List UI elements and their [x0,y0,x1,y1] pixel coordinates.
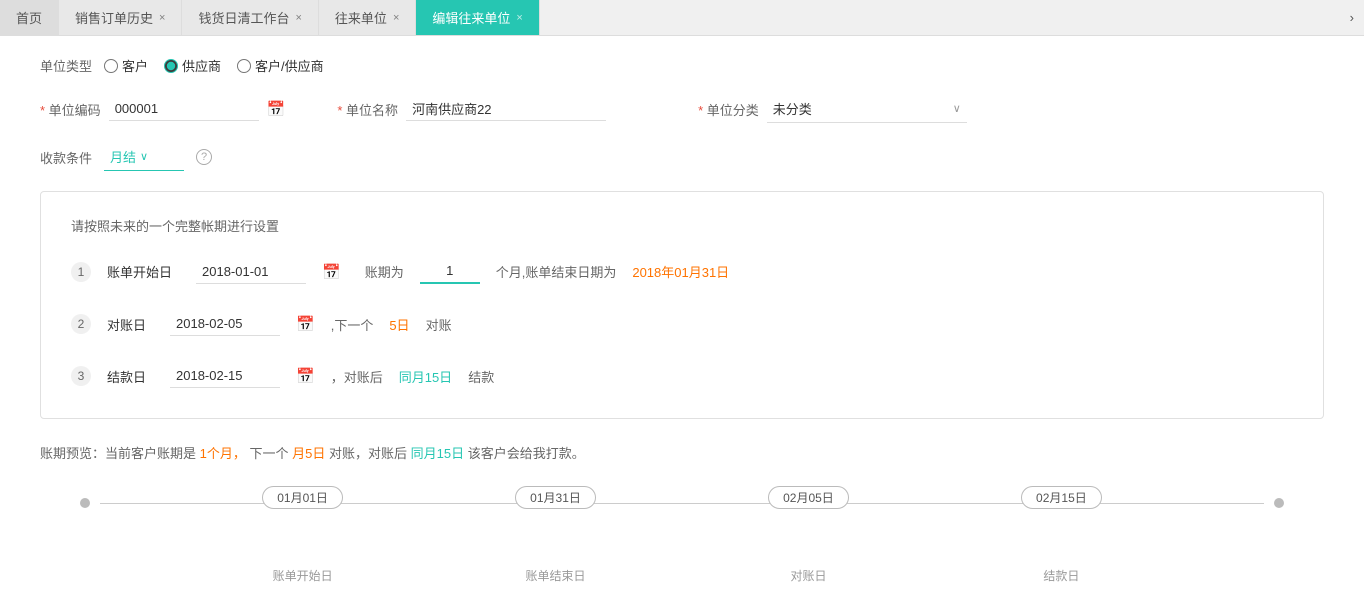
unit-category-field: 单位分类 未分类 ∨ [698,95,967,123]
calendar-icon[interactable]: 📅 [267,100,286,118]
row3-label: 结款日 [107,367,146,386]
unit-name-field: 单位名称 [337,97,606,121]
help-icon[interactable]: ? [196,149,212,165]
radio-supplier-label: 供应商 [182,56,221,75]
unit-type-row: 单位类型 客户 供应商 客户/供应商 [40,56,1324,75]
unit-info-row: 单位编码 📅 单位名称 单位分类 未分类 ∨ [40,95,1324,123]
close-icon[interactable]: × [159,12,165,24]
row-num-3: 3 [71,366,91,386]
row1-suffix-before: 账期为 [365,262,404,281]
row3-suffix: 结款 [468,367,494,386]
dot-left [80,498,90,508]
unit-code-input[interactable] [109,97,259,121]
payment-terms-dropdown[interactable]: 月结 ∨ [104,143,184,171]
row2-highlight: 5日 [389,315,409,334]
timeline-pill-2: 01月31日 [515,486,596,509]
timeline-pill-1: 01月01日 [262,486,343,509]
main-content: 单位类型 客户 供应商 客户/供应商 单位编码 📅 单位名称 [0,36,1364,608]
row3-prefix: ，对账后 [331,367,383,386]
timeline-pill-3: 02月05日 [768,486,849,509]
chevron-right-icon: › [1350,10,1354,25]
row-num-2: 2 [71,314,91,334]
unit-category-label: 单位分类 [698,100,759,119]
timeline: 01月01日 账单开始日 01月31日 账单结束日 02月05日 对账日 02月… [40,486,1324,584]
period-input[interactable] [420,259,480,284]
settings-title: 请按照未来的一个完整帐期进行设置 [71,216,1293,235]
timeline-right-dot [1274,486,1284,508]
unit-name-label: 单位名称 [337,100,398,119]
unit-name-input[interactable] [406,97,606,121]
chevron-down-icon: ∨ [953,102,961,115]
preview-period: 1个月， [200,446,246,461]
chevron-down-icon: ∨ [140,150,148,163]
timeline-label-3: 对账日 [790,567,826,584]
preview-section: 账期预览：当前客户账期是 1个月， 下一个 月5日 对账，对账后 同月15日 该… [40,443,1324,584]
radio-supplier[interactable]: 供应商 [164,56,221,75]
unit-type-label: 单位类型 [40,56,92,75]
row-num-1: 1 [71,262,91,282]
radio-both-label: 客户/供应商 [255,56,324,75]
radio-supplier-input[interactable] [164,59,178,73]
preview-suffix: 该客户会给我打款。 [468,446,585,461]
row3-date-input[interactable] [170,364,280,388]
unit-type-radio-group: 客户 供应商 客户/供应商 [104,56,324,75]
tab-cash-ledger[interactable]: 钱货日清工作台 × [182,0,318,35]
row1-label: 账单开始日 [107,262,172,281]
timeline-label-1: 账单开始日 [273,567,333,584]
settings-row-3: 3 结款日 📅 ，对账后 同月15日 结款 [71,364,1293,388]
timeline-label-2: 账单结束日 [526,567,586,584]
dot-right [1274,498,1284,508]
payment-terms-value: 月结 [110,147,136,166]
calendar-icon-3[interactable]: 📅 [296,367,315,385]
row2-suffix: 对账 [426,315,452,334]
tab-counterparty[interactable]: 往来单位 × [319,0,416,35]
unit-category-value: 未分类 [773,99,812,118]
preview-payment: 同月15日 [411,446,464,461]
timeline-node-4: 02月15日 结款日 [1021,486,1102,584]
tab-edit-counterparty[interactable]: 编辑往来单位 × [416,0,539,35]
unit-code-field: 单位编码 📅 [40,97,285,121]
radio-both-input[interactable] [237,59,251,73]
settings-row-2: 2 对账日 📅 ,下一个 5日 对账 [71,312,1293,336]
preview-prefix: 账期预览：当前客户账期是 [40,446,196,461]
tab-bar: 首页 销售订单历史 × 钱货日清工作台 × 往来单位 × 编辑往来单位 × › [0,0,1364,36]
row1-date-input[interactable] [196,260,306,284]
calendar-icon-1[interactable]: 📅 [322,263,341,281]
tab-more-button[interactable]: › [1340,0,1364,35]
radio-both[interactable]: 客户/供应商 [237,56,324,75]
radio-customer-label: 客户 [122,56,148,75]
preview-reconcile: 月5日 [292,446,325,461]
close-icon[interactable]: × [393,12,399,24]
timeline-left-dot [80,486,90,508]
tab-home[interactable]: 首页 [0,0,59,35]
radio-customer[interactable]: 客户 [104,56,148,75]
row2-label: 对账日 [107,315,146,334]
tab-sales-history[interactable]: 销售订单历史 × [59,0,182,35]
row2-prefix: ,下一个 [331,315,374,334]
row1-highlight-date: 2018年01月31日 [632,262,729,281]
timeline-pill-4: 02月15日 [1021,486,1102,509]
unit-category-dropdown[interactable]: 未分类 ∨ [767,95,967,123]
unit-code-label: 单位编码 [40,100,101,119]
timeline-node-1: 01月01日 账单开始日 [262,486,343,584]
row2-date-input[interactable] [170,312,280,336]
settings-box: 请按照未来的一个完整帐期进行设置 1 账单开始日 📅 账期为 个月,账单结束日期… [40,191,1324,419]
close-icon[interactable]: × [516,12,522,24]
row1-suffix: 个月,账单结束日期为 [496,262,617,281]
timeline-label-4: 结款日 [1043,567,1079,584]
row3-highlight: 同月15日 [399,367,452,386]
settings-row-1: 1 账单开始日 📅 账期为 个月,账单结束日期为 2018年01月31日 [71,259,1293,284]
timeline-node-3: 02月05日 对账日 [768,486,849,584]
payment-terms-label: 收款条件 [40,148,92,167]
radio-customer-input[interactable] [104,59,118,73]
calendar-icon-2[interactable]: 📅 [296,315,315,333]
close-icon[interactable]: × [295,12,301,24]
timeline-node-2: 01月31日 账单结束日 [515,486,596,584]
preview-text: 账期预览：当前客户账期是 1个月， 下一个 月5日 对账，对账后 同月15日 该… [40,443,1324,462]
timeline-nodes-row: 01月01日 账单开始日 01月31日 账单结束日 02月05日 对账日 02月… [80,486,1284,584]
preview-mid2: 对账，对账后 [329,446,407,461]
payment-terms-row: 收款条件 月结 ∨ ? [40,143,1324,171]
preview-mid: 下一个 [250,446,289,461]
